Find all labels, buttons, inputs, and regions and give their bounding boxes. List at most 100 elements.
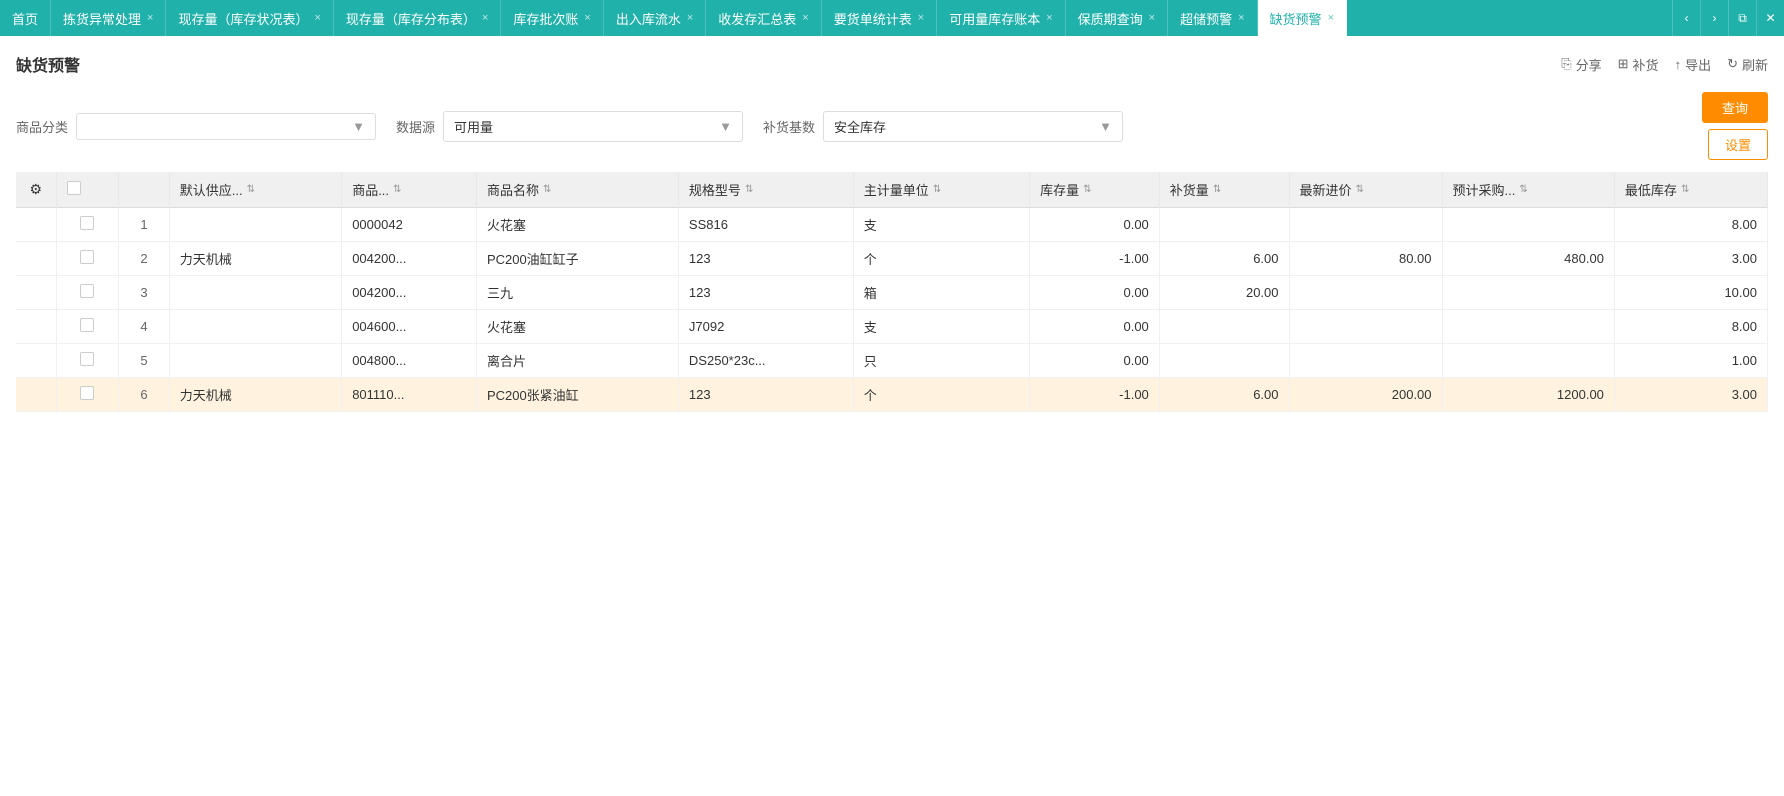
- sort-icon: ⇅: [247, 184, 255, 195]
- th-stock[interactable]: 库存量 ⇅: [1030, 172, 1160, 208]
- header-actions: ⎘ 分享 ⊞ 补货 ↑ 导出 ↻ 刷新: [1561, 55, 1768, 74]
- close-icon[interactable]: ×: [584, 12, 590, 24]
- datasource-value: 可用量: [454, 117, 493, 136]
- row-default-supplier: [169, 344, 341, 378]
- th-product-code[interactable]: 商品... ⇅: [342, 172, 477, 208]
- tab-shortage[interactable]: 缺货预警 ×: [1258, 0, 1347, 36]
- th-min-stock[interactable]: 最低库存 ⇅: [1614, 172, 1767, 208]
- row-latest-price: 80.00: [1289, 242, 1442, 276]
- close-icon[interactable]: ×: [147, 12, 153, 24]
- row-latest-price: [1289, 310, 1442, 344]
- row-checkbox[interactable]: [80, 284, 94, 298]
- tab-nav-controls: ‹ › ⧉ ✕: [1672, 0, 1784, 36]
- tab-inventory-dist[interactable]: 现存量（库存分布表） ×: [334, 0, 501, 36]
- row-stock: -1.00: [1030, 242, 1160, 276]
- row-default-supplier: 力天机械: [169, 378, 341, 412]
- th-spec[interactable]: 规格型号 ⇅: [678, 172, 853, 208]
- tab-inventory-status[interactable]: 现存量（库存状况表） ×: [166, 0, 333, 36]
- table-row: 4 004600... 火花塞 J7092 支 0.00 8.00: [16, 310, 1768, 344]
- row-replenish: [1159, 208, 1289, 242]
- row-est-purchase: 480.00: [1442, 242, 1614, 276]
- close-icon[interactable]: ×: [1238, 12, 1244, 24]
- close-icon[interactable]: ×: [918, 12, 924, 24]
- refresh-button[interactable]: ↻ 刷新: [1727, 55, 1768, 74]
- row-est-purchase: [1442, 276, 1614, 310]
- data-table: ⚙ 默认供应... ⇅ 商品... ⇅: [16, 172, 1768, 412]
- table-row: 2 力天机械 004200... PC200油缸缸子 123 个 -1.00 6…: [16, 242, 1768, 276]
- close-icon[interactable]: ×: [482, 12, 488, 24]
- row-checkbox-cell[interactable]: [56, 276, 119, 310]
- close-icon[interactable]: ×: [802, 12, 808, 24]
- row-checkbox-cell[interactable]: [56, 378, 119, 412]
- row-product-name: 离合片: [476, 344, 678, 378]
- th-settings[interactable]: ⚙: [16, 172, 56, 208]
- row-spec: 123: [678, 276, 853, 310]
- row-spec: 123: [678, 378, 853, 412]
- row-checkbox[interactable]: [80, 386, 94, 400]
- close-icon[interactable]: ×: [687, 12, 693, 24]
- tab-collect[interactable]: 收发存汇总表 ×: [706, 0, 821, 36]
- row-checkbox[interactable]: [80, 216, 94, 230]
- export-button[interactable]: ↑ 导出: [1675, 55, 1712, 74]
- tab-bar: 首页 拣货异常处理 × 现存量（库存状况表） × 现存量（库存分布表） × 库存…: [0, 0, 1784, 36]
- th-latest-price[interactable]: 最新进价 ⇅: [1289, 172, 1442, 208]
- sort-icon: ⇅: [1356, 184, 1364, 195]
- row-product-code: 004800...: [342, 344, 477, 378]
- close-icon[interactable]: ×: [314, 12, 320, 24]
- replenish-button[interactable]: ⊞ 补货: [1618, 55, 1659, 74]
- th-default-supplier[interactable]: 默认供应... ⇅: [169, 172, 341, 208]
- replenish-base-select[interactable]: 安全库存 ▼: [823, 111, 1123, 142]
- settings-button[interactable]: 设置: [1708, 129, 1768, 160]
- category-select[interactable]: ▼: [76, 113, 376, 140]
- sort-icon: ⇅: [393, 184, 401, 195]
- row-checkbox-cell[interactable]: [56, 344, 119, 378]
- header-checkbox[interactable]: [67, 181, 81, 195]
- tab-home[interactable]: 首页: [0, 0, 51, 36]
- th-product-name[interactable]: 商品名称 ⇅: [476, 172, 678, 208]
- query-button[interactable]: 查询: [1702, 92, 1768, 123]
- replenish-base-filter-group: 补货基数 安全库存 ▼: [763, 111, 1123, 142]
- tab-available[interactable]: 可用量库存账本 ×: [937, 0, 1065, 36]
- share-button[interactable]: ⎘ 分享: [1561, 55, 1601, 74]
- table-row: 5 004800... 离合片 DS250*23c... 只 0.00 1.00: [16, 344, 1768, 378]
- row-checkbox[interactable]: [80, 352, 94, 366]
- tab-overstock[interactable]: 超储预警 ×: [1168, 0, 1257, 36]
- datasource-arrow-icon: ▼: [719, 119, 732, 134]
- datasource-select[interactable]: 可用量 ▼: [443, 111, 743, 142]
- row-settings-cell: [16, 242, 56, 276]
- row-stock: 0.00: [1030, 208, 1160, 242]
- row-product-code: 801110...: [342, 378, 477, 412]
- row-checkbox-cell[interactable]: [56, 208, 119, 242]
- th-unit[interactable]: 主计量单位 ⇅: [853, 172, 1029, 208]
- close-icon[interactable]: ×: [1149, 12, 1155, 24]
- row-settings-cell: [16, 378, 56, 412]
- category-label: 商品分类: [16, 117, 68, 136]
- tab-next-button[interactable]: ›: [1700, 0, 1728, 36]
- tab-inout[interactable]: 出入库流水 ×: [604, 0, 706, 36]
- row-checkbox[interactable]: [80, 250, 94, 264]
- close-icon[interactable]: ×: [1046, 12, 1052, 24]
- row-checkbox-cell[interactable]: [56, 310, 119, 344]
- tab-requisition[interactable]: 要货单统计表 ×: [822, 0, 937, 36]
- tab-close-all-button[interactable]: ✕: [1756, 0, 1784, 36]
- close-icon[interactable]: ×: [1328, 12, 1334, 24]
- row-checkbox[interactable]: [80, 318, 94, 332]
- export-icon: ↑: [1675, 57, 1682, 72]
- row-min-stock: 1.00: [1614, 344, 1767, 378]
- table-row: 6 力天机械 801110... PC200张紧油缸 123 个 -1.00 6…: [16, 378, 1768, 412]
- row-product-code: 0000042: [342, 208, 477, 242]
- th-est-purchase[interactable]: 预计采购... ⇅: [1442, 172, 1614, 208]
- row-settings-cell: [16, 344, 56, 378]
- row-checkbox-cell[interactable]: [56, 242, 119, 276]
- row-unit: 箱: [853, 276, 1029, 310]
- tab-expiry[interactable]: 保质期查询 ×: [1066, 0, 1168, 36]
- tab-exception[interactable]: 拣货异常处理 ×: [51, 0, 166, 36]
- tab-prev-button[interactable]: ‹: [1672, 0, 1700, 36]
- th-replenish[interactable]: 补货量 ⇅: [1159, 172, 1289, 208]
- th-checkbox[interactable]: [56, 172, 119, 208]
- table-row: 3 004200... 三九 123 箱 0.00 20.00 10.00: [16, 276, 1768, 310]
- row-stock: 0.00: [1030, 310, 1160, 344]
- row-spec: SS816: [678, 208, 853, 242]
- tab-restore-button[interactable]: ⧉: [1728, 0, 1756, 36]
- tab-batch[interactable]: 库存批次账 ×: [501, 0, 603, 36]
